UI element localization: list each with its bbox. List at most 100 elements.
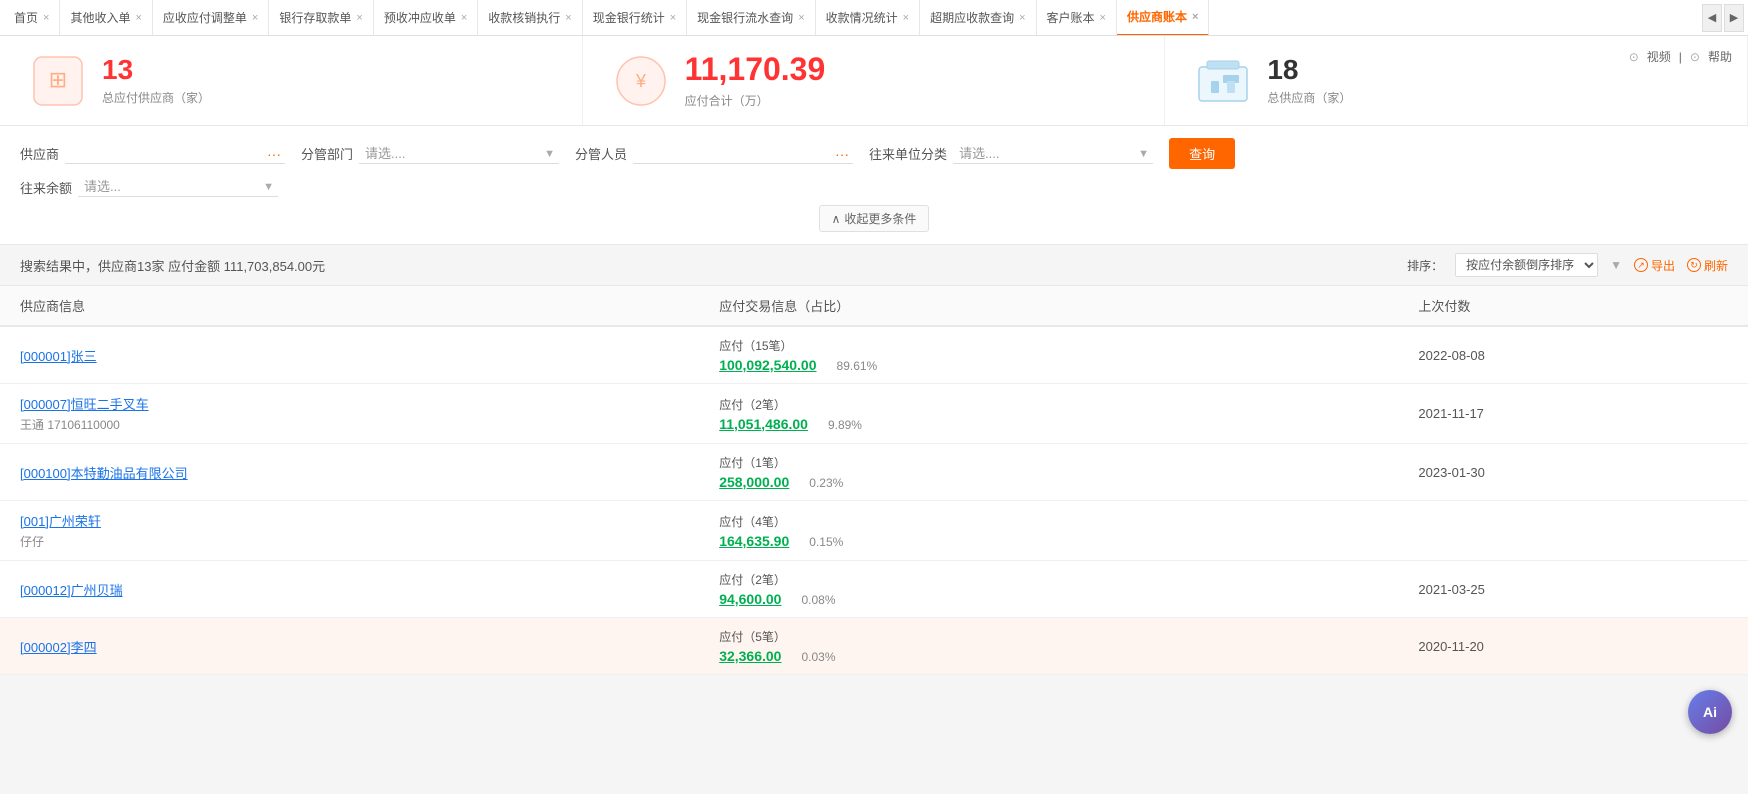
nav-tab-home[interactable]: 首页 × (4, 0, 60, 36)
supplier-cell-2: [000100]本特勤油品有限公司 (0, 444, 699, 501)
video-link[interactable]: 视频 (1647, 48, 1671, 65)
nav-tab-collection-stat[interactable]: 收款情况统计 × (816, 0, 920, 36)
tx-percent-1: 9.89% (828, 418, 862, 432)
nav-tab-cash-bank-stat[interactable]: 现金银行统计 × (583, 0, 687, 36)
nav-tab-cash-bank-stat-close[interactable]: × (670, 12, 676, 24)
collapse-chevron-icon: ∧ (832, 212, 841, 226)
tx-amount-0[interactable]: 100,092,540.00 (719, 357, 816, 373)
help-link[interactable]: 帮助 (1708, 48, 1732, 65)
nav-tab-customer-ledger-label: 客户账本 (1047, 9, 1095, 26)
tx-percent-0: 89.61% (837, 359, 878, 373)
result-actions: 排序： 按应付余额倒序排序 ▼ ↗ 导出 ↻ 刷新 (1407, 253, 1728, 277)
supplier-dots-icon[interactable]: ··· (267, 146, 281, 162)
tx-amount-3[interactable]: 164,635.90 (719, 533, 789, 549)
sort-select[interactable]: 按应付余额倒序排序 (1455, 253, 1598, 277)
refresh-circle-icon: ↻ (1687, 258, 1701, 272)
table-row: [000007]恒旺二手叉车王通 17106110000 应付（2笔） 11,051… (0, 384, 1748, 444)
tx-label-1: 应付（2笔） (719, 396, 1378, 413)
filter-item-category: 往来单位分类 请选.... ▼ (869, 144, 1153, 164)
table-row: [000100]本特勤油品有限公司 应付（1笔） 258,000.00 0.23% 20… (0, 444, 1748, 501)
nav-prev-button[interactable]: ◀ (1702, 4, 1722, 32)
ai-label: Ai (1703, 704, 1717, 720)
supplier-link-5[interactable]: [000002]李四 (20, 637, 679, 656)
supplier-cell-0: [000001]张三 (0, 326, 699, 384)
nav-tab-overdue-ar[interactable]: 超期应收款查询 × (920, 0, 1036, 36)
stat-block-ap-amount: ¥ 11,170.39 应付合计（万） (583, 36, 1166, 125)
supplier-label: 供应商 (20, 144, 59, 163)
nav-tab-collection-verify[interactable]: 收款核销执行 × (478, 0, 582, 36)
person-dots-icon[interactable]: ··· (835, 146, 849, 162)
nav-tab-customer-ledger-close[interactable]: × (1100, 12, 1106, 24)
supplier-link-1[interactable]: [000007]恒旺二手叉车 (20, 394, 679, 413)
supplier-link-2[interactable]: [000100]本特勤油品有限公司 (20, 463, 679, 482)
supplier-link-0[interactable]: [000001]张三 (20, 346, 679, 365)
last-payment-date-5: 2020-11-20 (1418, 639, 1728, 654)
nav-next-button[interactable]: ▶ (1724, 4, 1744, 32)
last-payment-cell-3 (1398, 501, 1748, 561)
last-payment-date-2: 2023-01-30 (1418, 465, 1728, 480)
filter-item-balance: 往来余额 请选... ▼ (20, 177, 278, 197)
supplier-link-4[interactable]: [000012]广州贝瑞 (20, 580, 679, 599)
nav-tab-supplier-ledger[interactable]: 供应商账本 × (1117, 0, 1209, 36)
nav-tab-ar-ap-adjust[interactable]: 应收应付调整单 × (153, 0, 269, 36)
nav-tab-overdue-ar-label: 超期应收款查询 (930, 9, 1014, 26)
tx-amount-4[interactable]: 94,600.00 (719, 591, 781, 607)
nav-tab-customer-ledger[interactable]: 客户账本 × (1037, 0, 1117, 36)
top-right-links: ⊙ 视频 | ⊙ 帮助 (1629, 48, 1732, 65)
nav-tab-bank-deposit[interactable]: 银行存取款单 × (269, 0, 373, 36)
dept-label: 分管部门 (301, 144, 353, 163)
nav-tab-other-income-close[interactable]: × (135, 12, 141, 24)
nav-tab-cash-bank-flow[interactable]: 现金银行流水查询 × (687, 0, 815, 36)
supplier-cell-4: [000012]广州贝瑞 (0, 561, 699, 618)
nav-tab-other-income[interactable]: 其他收入单 × (60, 0, 152, 36)
tx-percent-2: 0.23% (809, 476, 843, 490)
result-bar: 搜索结果中，供应商13家 应付金额 111,703,854.00元 排序： 按应… (0, 245, 1748, 286)
category-select[interactable]: 请选.... (953, 144, 1153, 164)
nav-tab-bank-deposit-close[interactable]: × (356, 12, 362, 24)
stats-bar: ⊞ 13 总应付供应商（家） ¥ 11,170.39 应付合计（万） (0, 36, 1748, 126)
export-button[interactable]: ↗ 导出 (1634, 257, 1675, 274)
video-circle-icon: ⊙ (1629, 50, 1639, 64)
tx-amount-5[interactable]: 32,366.00 (719, 648, 781, 664)
supplier-link-3[interactable]: [001]广州荣轩 (20, 511, 679, 530)
nav-tab-supplier-ledger-close[interactable]: × (1192, 11, 1198, 23)
ai-button[interactable]: Ai (1688, 690, 1732, 734)
nav-tab-ar-ap-adjust-close[interactable]: × (252, 12, 258, 24)
ap-amount-icon: ¥ (613, 53, 669, 109)
supplier-input[interactable] (65, 144, 285, 164)
ap-suppliers-number: 13 (102, 55, 210, 86)
nav-tab-prepay-offset-close[interactable]: × (461, 12, 467, 24)
total-suppliers-label: 总供应商（家） (1267, 89, 1351, 106)
nav-tab-collection-verify-close[interactable]: × (565, 12, 571, 24)
dept-select[interactable]: 请选.... (359, 144, 559, 164)
last-payment-cell-4: 2021-03-25 (1398, 561, 1748, 618)
nav-tab-overdue-ar-close[interactable]: × (1019, 12, 1025, 24)
ap-suppliers-icon: ⊞ (30, 53, 86, 109)
table-row: [000012]广州贝瑞 应付（2笔）94,600.000.08%2021-03-… (0, 561, 1748, 618)
tx-label-2: 应付（1笔） (719, 454, 1378, 471)
dept-select-wrapper: 请选.... ▼ (359, 144, 559, 164)
nav-tab-collection-stat-close[interactable]: × (903, 12, 909, 24)
table-row: [000002]李四应付（5笔）32,366.000.03%2020-11-20 (0, 618, 1748, 675)
nav-tab-bank-deposit-label: 银行存取款单 (279, 9, 351, 26)
tx-amount-1[interactable]: 11,051,486.00 (719, 416, 808, 432)
stat-content-ap-amount: 11,170.39 应付合计（万） (685, 52, 826, 108)
supplier-cell-5: [000002]李四 (0, 618, 699, 675)
table-container: 供应商信息 应付交易信息（占比） 上次付数 [000001]张三应付（15笔）1… (0, 286, 1748, 675)
refresh-button[interactable]: ↻ 刷新 (1687, 257, 1728, 274)
person-input-wrapper: ··· (633, 144, 853, 164)
person-input[interactable] (633, 144, 853, 164)
supplier-contact-1: 王通 17106110000 (20, 416, 679, 433)
collapse-button[interactable]: ∧ 收起更多条件 (819, 205, 930, 232)
ap-amount-label: 应付合计（万） (685, 92, 826, 109)
nav-tab-cash-bank-flow-close[interactable]: × (798, 12, 804, 24)
balance-select[interactable]: 请选... (78, 177, 278, 197)
nav-tab-prepay-offset[interactable]: 预收冲应收单 × (374, 0, 478, 36)
balance-label: 往来余额 (20, 178, 72, 197)
query-button[interactable]: 查询 (1169, 138, 1235, 169)
tx-amount-2[interactable]: 258,000.00 (719, 474, 789, 490)
category-select-wrapper: 请选.... ▼ (953, 144, 1153, 164)
nav-tab-home-close[interactable]: × (43, 12, 49, 24)
nav-tab-collection-stat-label: 收款情况统计 (826, 9, 898, 26)
tx-cell-4: 应付（2笔）94,600.000.08% (699, 561, 1398, 618)
